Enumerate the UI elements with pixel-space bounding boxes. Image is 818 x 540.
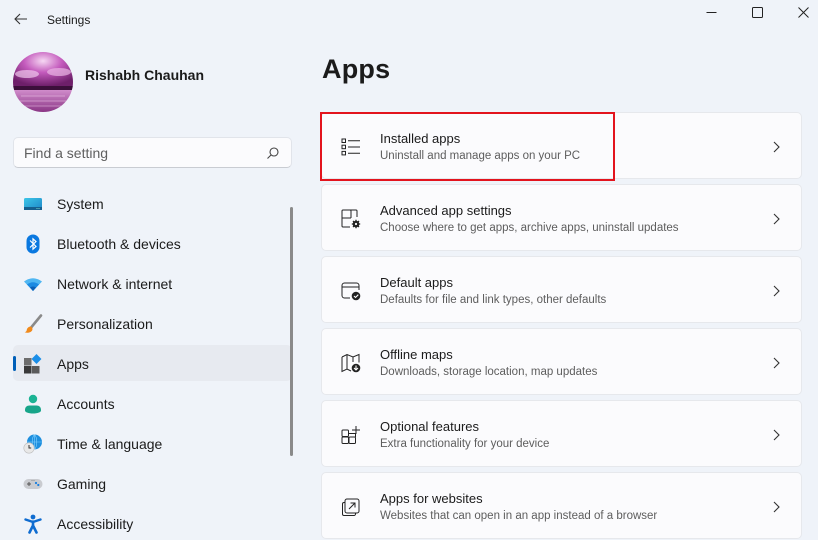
card-subtitle: Defaults for file and link types, other … [380, 294, 607, 306]
card-default-apps[interactable]: Default apps Defaults for file and link … [321, 256, 802, 323]
chevron-right-icon [773, 141, 780, 153]
minimize-button[interactable] [688, 0, 734, 24]
gamepad-icon [23, 474, 43, 494]
sidebar-item-label: Apps [57, 356, 89, 372]
default-apps-check-icon [341, 282, 361, 301]
bluetooth-icon [23, 234, 43, 254]
person-icon [23, 394, 43, 414]
sidebar-scrollbar[interactable] [290, 207, 293, 456]
card-subtitle: Uninstall and manage apps on your PC [380, 150, 581, 162]
search-box[interactable] [13, 137, 292, 168]
back-button[interactable] [8, 6, 34, 32]
card-apps-for-websites[interactable]: Apps for websites Websites that can open… [321, 472, 802, 539]
card-subtitle: Choose where to get apps, archive apps, … [380, 222, 679, 234]
map-download-icon [341, 353, 361, 373]
chevron-right-icon [773, 429, 780, 441]
sidebar-item-bluetooth[interactable]: Bluetooth & devices [13, 225, 292, 261]
app-title: Settings [47, 13, 91, 27]
sidebar-item-label: System [57, 196, 104, 212]
card-installed-apps[interactable]: Installed apps Uninstall and manage apps… [321, 112, 802, 179]
close-button[interactable] [780, 0, 818, 24]
settings-card-list: Installed apps Uninstall and manage apps… [321, 112, 802, 540]
open-external-icon [342, 498, 360, 516]
sidebar-nav: System Bluetooth & devices Network & int… [13, 185, 292, 540]
sidebar-item-accounts[interactable]: Accounts [13, 385, 292, 421]
card-subtitle: Extra functionality for your device [380, 438, 550, 450]
sidebar-item-label: Gaming [57, 476, 107, 492]
sidebar-item-label: Network & internet [57, 276, 173, 292]
wifi-icon [23, 274, 43, 294]
sidebar-item-label: Time & language [57, 436, 163, 452]
list-icon [341, 138, 360, 156]
grid-add-icon [341, 426, 360, 444]
card-title: Optional features [380, 419, 480, 434]
app-settings-gear-icon [341, 209, 361, 229]
maximize-button[interactable] [734, 0, 780, 24]
sidebar-item-network[interactable]: Network & internet [13, 265, 292, 301]
card-title: Advanced app settings [380, 203, 512, 218]
sidebar-item-label: Personalization [57, 316, 153, 332]
page-title: Apps [322, 54, 391, 84]
back-arrow-icon [14, 13, 27, 25]
active-indicator [13, 356, 16, 371]
card-offline-maps[interactable]: Offline maps Downloads, storage location… [321, 328, 802, 395]
card-title: Installed apps [380, 131, 461, 146]
maximize-icon [751, 6, 763, 18]
close-icon [797, 6, 809, 18]
chevron-right-icon [773, 285, 780, 297]
sidebar-item-label: Bluetooth & devices [57, 236, 181, 252]
search-icon[interactable] [266, 146, 280, 160]
globe-clock-icon [23, 434, 43, 454]
sidebar-item-apps[interactable]: Apps [13, 345, 292, 381]
paintbrush-icon [23, 314, 43, 334]
sidebar-item-personalization[interactable]: Personalization [13, 305, 292, 341]
user-name: Rishabh Chauhan [85, 67, 205, 83]
card-subtitle: Downloads, storage location, map updates [380, 366, 598, 378]
card-advanced-app-settings[interactable]: Advanced app settings Choose where to ge… [321, 184, 802, 251]
chevron-right-icon [773, 501, 780, 513]
accessibility-icon [23, 514, 43, 534]
sidebar-item-system[interactable]: System [13, 185, 292, 221]
system-icon [23, 194, 43, 214]
sidebar-item-label: Accounts [57, 396, 115, 412]
search-input[interactable] [24, 144, 254, 162]
card-optional-features[interactable]: Optional features Extra functionality fo… [321, 400, 802, 467]
apps-icon [23, 354, 43, 374]
chevron-right-icon [773, 213, 780, 225]
sidebar-item-label: Accessibility [57, 516, 134, 532]
minimize-icon [706, 11, 716, 13]
card-subtitle: Websites that can open in an app instead… [380, 510, 658, 522]
title-bar: Settings [0, 0, 818, 40]
sidebar-item-time-language[interactable]: Time & language [13, 425, 292, 461]
card-title: Apps for websites [380, 491, 483, 506]
avatar[interactable] [13, 52, 73, 112]
sidebar-item-gaming[interactable]: Gaming [13, 465, 292, 501]
card-title: Offline maps [380, 347, 453, 362]
sidebar-item-accessibility[interactable]: Accessibility [13, 505, 292, 540]
chevron-right-icon [773, 357, 780, 369]
avatar-image [13, 52, 73, 112]
card-title: Default apps [380, 275, 453, 290]
